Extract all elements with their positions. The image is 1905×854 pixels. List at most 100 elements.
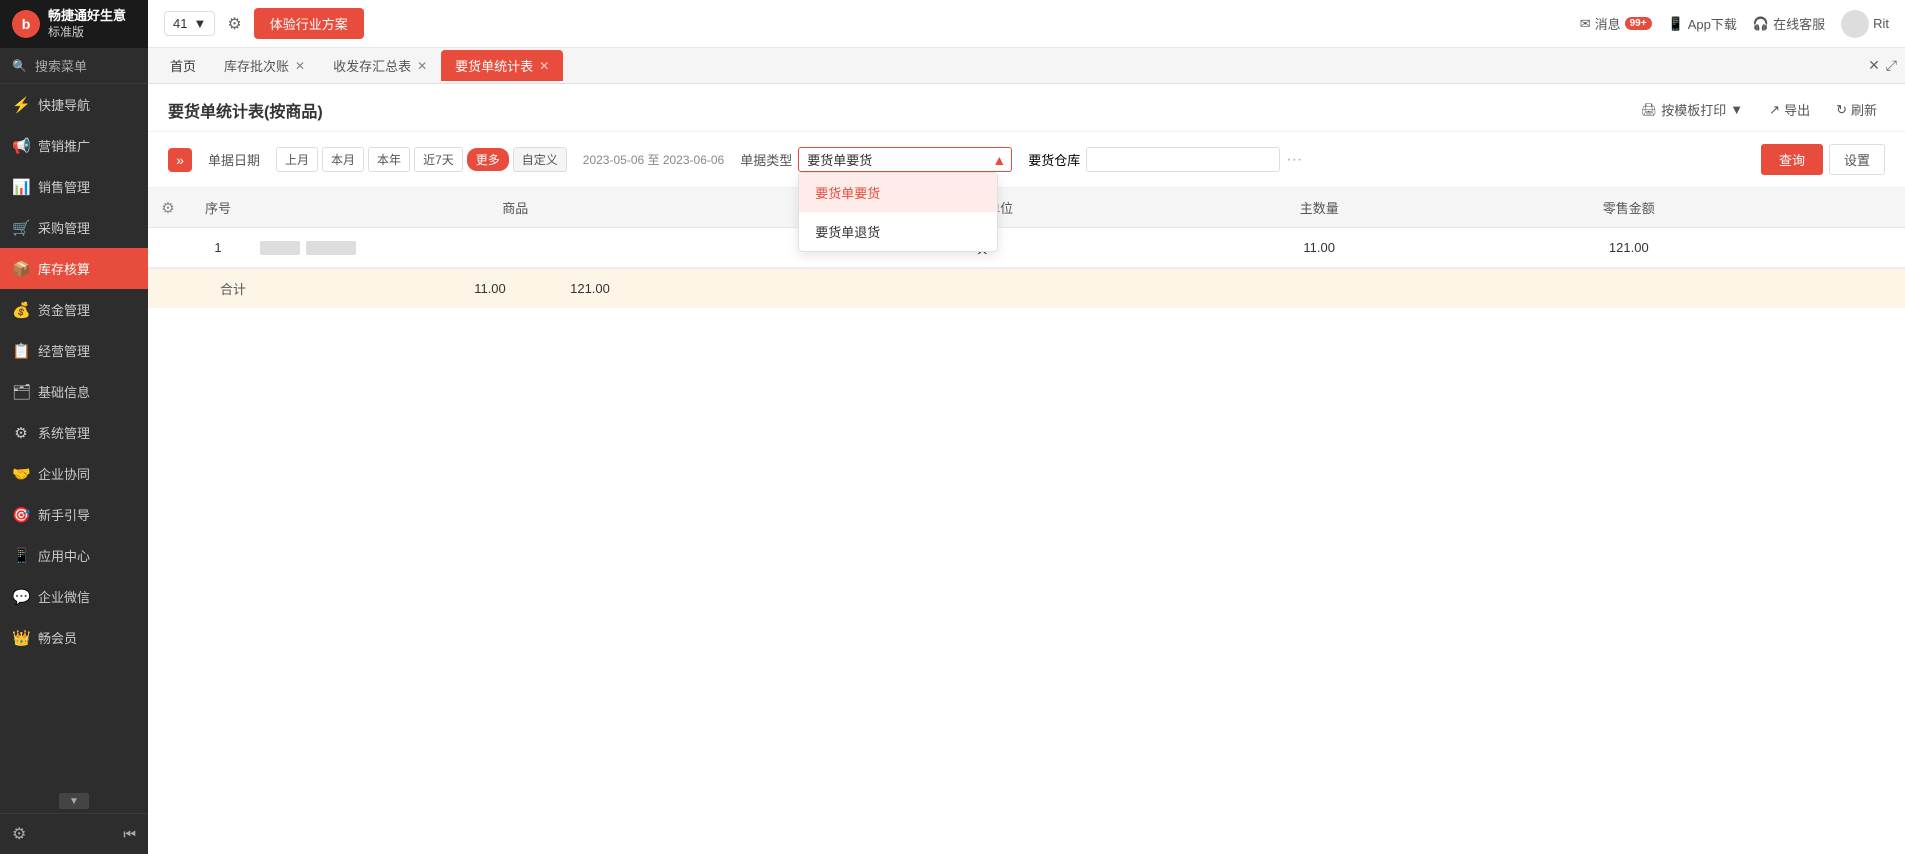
row-num: 1 xyxy=(188,228,248,268)
sidebar-item-inventory[interactable]: 📦 库存核算 xyxy=(0,248,148,289)
tab-home[interactable]: 首页 xyxy=(156,50,210,81)
sidebar-scroll-down[interactable]: ▼ xyxy=(0,789,148,813)
sidebar-gear-btn[interactable]: ⚙ xyxy=(12,824,26,844)
appstore-icon: 📱 xyxy=(12,547,30,565)
settings-btn[interactable]: 设置 xyxy=(1829,144,1885,175)
store-dropdown-icon: ▼ xyxy=(193,16,206,31)
tab-close-inventory-batch[interactable]: ✕ xyxy=(295,59,305,73)
filter-toggle-icon: » xyxy=(176,152,184,168)
logo-text: 畅捷通好生意 标准版 xyxy=(48,8,126,40)
date-btn-more[interactable]: 更多 xyxy=(467,148,509,171)
type-select-input[interactable] xyxy=(798,147,1012,172)
refresh-icon: ↻ xyxy=(1836,102,1847,118)
page-header: 要货单统计表(按商品) 🖨 按模板打印 ▼ ↗ 导出 ↻ 刷新 xyxy=(148,84,1905,132)
message-icon: ✉ xyxy=(1580,16,1591,32)
trial-btn[interactable]: 体验行业方案 xyxy=(254,8,364,39)
sidebar-item-purchase[interactable]: 🛒 采购管理 xyxy=(0,207,148,248)
search-menu[interactable]: 🔍 搜索菜单 xyxy=(0,48,148,84)
refresh-btn[interactable]: ↻ 刷新 xyxy=(1828,96,1885,123)
tab-close-receive-summary[interactable]: ✕ xyxy=(417,59,427,73)
inventory-icon: 📦 xyxy=(12,260,30,278)
print-btn[interactable]: 🖨 按模板打印 ▼ xyxy=(1633,96,1751,123)
tab-order-summary[interactable]: 要货单统计表 ✕ xyxy=(441,50,563,81)
date-range-buttons: 上月 本月 本年 近7天 更多 自定义 xyxy=(276,147,567,172)
date-btn-this-month[interactable]: 本月 xyxy=(322,147,364,172)
table-row: 1 块 11.00 121.00 xyxy=(148,228,1905,268)
footer-label: 合计 xyxy=(160,279,440,298)
col-settings-icon[interactable]: ⚙ xyxy=(161,200,174,217)
search-icon: 🔍 xyxy=(12,59,27,73)
col-header-amount: 零售金额 xyxy=(1460,188,1799,228)
quick-nav-icon: ⚡ xyxy=(12,96,30,114)
sidebar-item-basic[interactable]: 🗂 基础信息 xyxy=(0,371,148,412)
expand-window-btn[interactable]: ⤢ xyxy=(1886,57,1897,74)
sidebar-item-sales[interactable]: 📊 销售管理 xyxy=(0,166,148,207)
data-table-container: ⚙ 序号 商品 主计量单位 主数量 零售金额 1 xyxy=(148,188,1905,854)
export-btn[interactable]: ↗ 导出 xyxy=(1761,96,1818,123)
row-amount: 121.00 xyxy=(1460,228,1799,268)
warehouse-input[interactable] xyxy=(1086,147,1280,172)
topbar-settings-icon[interactable]: ⚙ xyxy=(227,14,241,34)
scroll-down-btn[interactable]: ▼ xyxy=(59,793,89,809)
dropdown-item-return[interactable]: 要货单退货 xyxy=(799,212,997,251)
table-footer: 合计 11.00 121.00 xyxy=(148,268,1905,308)
avatar xyxy=(1841,10,1869,38)
topbar-right: ✉ 消息 99+ 📱 App下载 🎧 在线客服 Rit xyxy=(1580,10,1889,38)
user-avatar-area[interactable]: Rit xyxy=(1841,10,1889,38)
tab-receive-summary[interactable]: 收发存汇总表 ✕ xyxy=(319,50,441,81)
close-window-btn[interactable]: ✕ xyxy=(1868,57,1880,74)
sidebar-item-finance[interactable]: 💰 资金管理 xyxy=(0,289,148,330)
warehouse-more-btn[interactable]: ··· xyxy=(1286,151,1302,169)
online-service-btn[interactable]: 🎧 在线客服 xyxy=(1753,14,1825,33)
date-label: 单据日期 xyxy=(208,150,260,169)
wechat-icon: 💬 xyxy=(12,588,30,606)
tab-close-order-summary[interactable]: ✕ xyxy=(539,59,549,73)
col-header-quantity: 主数量 xyxy=(1179,188,1460,228)
query-btn[interactable]: 查询 xyxy=(1761,144,1823,175)
sidebar-item-system[interactable]: ⚙ 系统管理 xyxy=(0,412,148,453)
tab-inventory-batch[interactable]: 库存批次账 ✕ xyxy=(210,50,319,81)
sidebar: b 畅捷通好生意 标准版 🔍 搜索菜单 ⚡ 快捷导航 📢 营销推广 📊 销售管理… xyxy=(0,0,148,854)
page-title: 要货单统计表(按商品) xyxy=(168,98,323,122)
footer-quantity: 11.00 xyxy=(440,281,540,296)
date-btn-last-month[interactable]: 上月 xyxy=(276,147,318,172)
row-quantity: 11.00 xyxy=(1179,228,1460,268)
marketing-icon: 📢 xyxy=(12,137,30,155)
filter-row: » 单据日期 上月 本月 本年 近7天 更多 自定义 2023-05-06 至 … xyxy=(148,132,1905,188)
sidebar-item-vip[interactable]: 👑 畅会员 xyxy=(0,617,148,658)
sidebar-collapse-btn[interactable]: ⏮ xyxy=(123,826,136,843)
sidebar-item-guide[interactable]: 🎯 新手引导 xyxy=(0,494,148,535)
date-btn-custom[interactable]: 自定义 xyxy=(513,147,567,172)
sidebar-item-marketing[interactable]: 📢 营销推广 xyxy=(0,125,148,166)
main-content: 41 ▼ ⚙ 体验行业方案 ✉ 消息 99+ 📱 App下载 🎧 在线客服 R xyxy=(148,0,1905,854)
vip-icon: 👑 xyxy=(12,629,30,647)
sidebar-item-quick-nav[interactable]: ⚡ 快捷导航 xyxy=(0,84,148,125)
topbar-left: 41 ▼ ⚙ 体验行业方案 xyxy=(164,8,364,39)
data-table: ⚙ 序号 商品 主计量单位 主数量 零售金额 1 xyxy=(148,188,1905,268)
sidebar-item-cooperation[interactable]: 🤝 企业协同 xyxy=(0,453,148,494)
footer-amount: 121.00 xyxy=(540,281,640,296)
user-name: Rit xyxy=(1873,16,1889,31)
filter-toggle-btn[interactable]: » xyxy=(168,148,192,172)
sidebar-nav: ⚡ 快捷导航 📢 营销推广 📊 销售管理 🛒 采购管理 📦 库存核算 💰 资金管… xyxy=(0,84,148,789)
guide-icon: 🎯 xyxy=(12,506,30,524)
finance-icon: 💰 xyxy=(12,301,30,319)
sidebar-item-appstore[interactable]: 📱 应用中心 xyxy=(0,535,148,576)
col-header-num: 序号 xyxy=(188,188,248,228)
print-dropdown-icon: ▼ xyxy=(1730,102,1743,117)
window-buttons: ✕ ⤢ xyxy=(1868,57,1897,74)
col-header-product: 商品 xyxy=(248,188,782,228)
warehouse-label: 要货仓库 xyxy=(1028,150,1080,169)
date-btn-this-year[interactable]: 本年 xyxy=(368,147,410,172)
page-actions: 🖨 按模板打印 ▼ ↗ 导出 ↻ 刷新 xyxy=(1633,96,1885,123)
messages-btn[interactable]: ✉ 消息 99+ xyxy=(1580,14,1652,33)
sidebar-item-wechat[interactable]: 💬 企业微信 xyxy=(0,576,148,617)
dropdown-item-order[interactable]: 要货单要货 xyxy=(799,173,997,212)
date-btn-last-7-days[interactable]: 近7天 xyxy=(414,147,463,172)
app-download-btn[interactable]: 📱 App下载 xyxy=(1668,14,1737,33)
store-selector[interactable]: 41 ▼ xyxy=(164,11,215,36)
purchase-icon: 🛒 xyxy=(12,219,30,237)
system-icon: ⚙ xyxy=(12,424,30,442)
content-area: 要货单统计表(按商品) 🖨 按模板打印 ▼ ↗ 导出 ↻ 刷新 xyxy=(148,84,1905,854)
sidebar-item-operations[interactable]: 📋 经营管理 xyxy=(0,330,148,371)
